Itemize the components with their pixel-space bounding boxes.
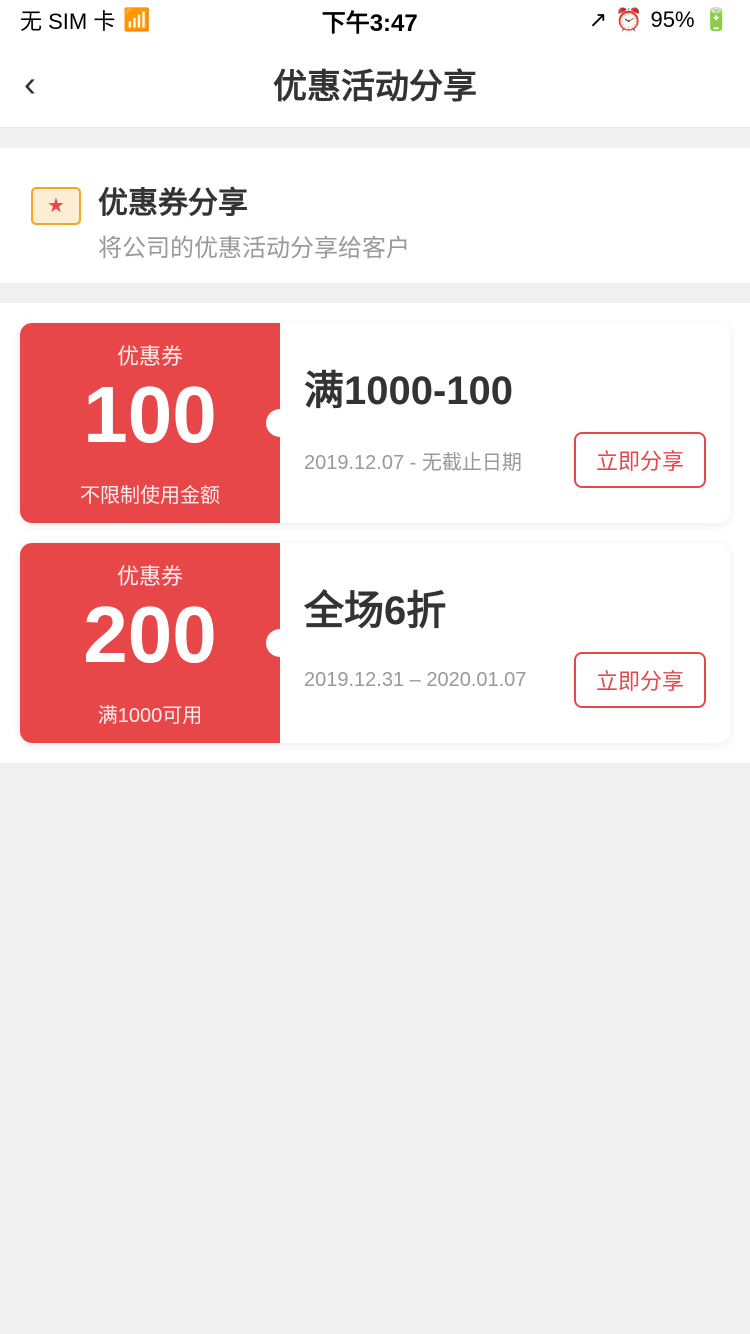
coupon-condition: 不限制使用金额: [80, 479, 220, 508]
coupon-date: 2019.12.07 - 无截止日期: [304, 446, 574, 475]
coupon-share-icon: ★: [30, 180, 82, 232]
coupon-date: 2019.12.31 – 2020.01.07: [304, 669, 574, 692]
coupon-left-panel: 优惠券 100 不限制使用金额: [20, 323, 280, 523]
nav-bar: ‹ 优惠活动分享: [0, 40, 750, 128]
status-right: ↗ ⏰ 95% 🔋: [589, 7, 730, 33]
coupon-footer: 2019.12.07 - 无截止日期 立即分享: [304, 432, 706, 488]
back-button[interactable]: ‹: [24, 66, 36, 102]
coupon-card: 优惠券 100 不限制使用金额 满1000-100 2019.12.07 - 无…: [20, 323, 730, 523]
wifi-icon: 📶: [123, 7, 150, 33]
svg-text:★: ★: [47, 195, 65, 217]
coupon-condition: 满1000可用: [98, 699, 203, 728]
status-carrier: 无 SIM 卡 📶: [20, 4, 151, 36]
section-info: 优惠券分享 将公司的优惠活动分享给客户: [98, 178, 410, 263]
coupon-amount: 100: [83, 375, 216, 455]
section-header: ★ 优惠券分享 将公司的优惠活动分享给客户: [0, 148, 750, 283]
coupon-type-label: 优惠券: [117, 559, 183, 591]
coupon-amount: 200: [83, 595, 216, 675]
coupon-name: 满1000-100: [304, 358, 706, 416]
coupon-left-panel: 优惠券 200 满1000可用: [20, 543, 280, 743]
section-description: 将公司的优惠活动分享给客户: [98, 228, 410, 263]
section-title: 优惠券分享: [98, 178, 410, 222]
status-bar: 无 SIM 卡 📶 下午3:47 ↗ ⏰ 95% 🔋: [0, 0, 750, 40]
location-icon: ↗: [589, 7, 607, 33]
share-button[interactable]: 立即分享: [574, 432, 706, 488]
coupon-right-panel: 全场6折 2019.12.31 – 2020.01.07 立即分享: [280, 543, 730, 743]
page-title: 优惠活动分享: [273, 59, 477, 108]
share-button[interactable]: 立即分享: [574, 652, 706, 708]
coupon-list: 优惠券 100 不限制使用金额 满1000-100 2019.12.07 - 无…: [0, 303, 750, 763]
coupon-footer: 2019.12.31 – 2020.01.07 立即分享: [304, 652, 706, 708]
coupon-right-panel: 满1000-100 2019.12.07 - 无截止日期 立即分享: [280, 323, 730, 523]
battery-icon: 🔋: [703, 7, 730, 33]
carrier-text: 无 SIM 卡: [20, 4, 115, 36]
battery-text: 95%: [651, 7, 695, 33]
coupon-type-label: 优惠券: [117, 339, 183, 371]
status-time: 下午3:47: [322, 3, 418, 38]
coupon-name: 全场6折: [304, 578, 706, 636]
coupon-card: 优惠券 200 满1000可用 全场6折 2019.12.31 – 2020.0…: [20, 543, 730, 743]
alarm-icon: ⏰: [615, 7, 642, 33]
